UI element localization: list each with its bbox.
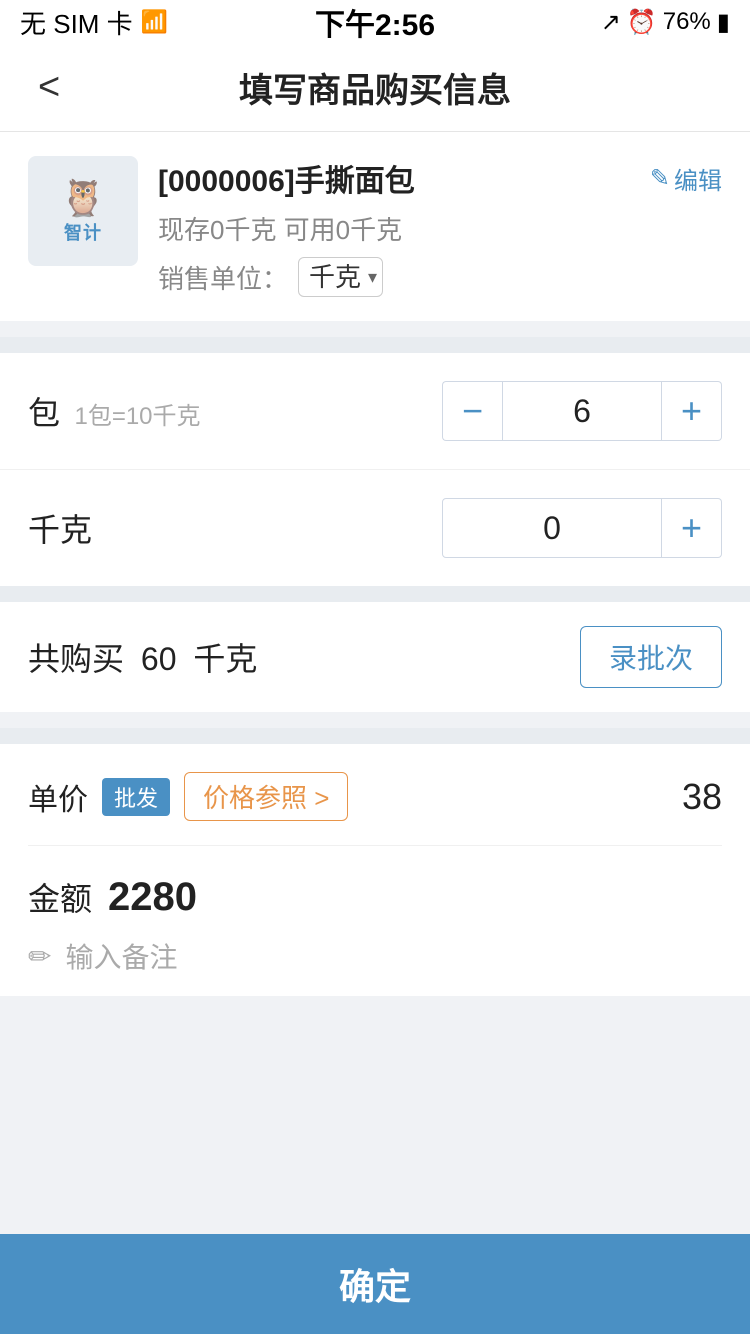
price-tag-pifa: 批发 (102, 778, 170, 816)
bag-input-row: 包 1包=10千克 − + (28, 353, 722, 469)
total-unit: 千克 (193, 641, 257, 677)
bag-quantity-control: − + (442, 381, 722, 441)
kg-input-row: 千克 + (28, 470, 722, 586)
price-value: 38 (682, 776, 722, 818)
wifi-icon: 📶 (141, 9, 168, 35)
total-text: 共购买 60 千克 (28, 634, 257, 680)
back-button[interactable]: < (28, 56, 70, 119)
bag-label-group: 包 1包=10千克 (28, 388, 201, 434)
product-name: [0000006]手撕面包 (158, 156, 415, 200)
content-area: 🦉 智计 [0000006]手撕面包 ✎ 编辑 现存0千克 可用0千克 销售单位… (0, 132, 750, 1334)
bag-hint: 1包=10千克 (74, 403, 200, 430)
status-bar: 无 SIM 卡 📶 下午2:56 ↗ ⏰ 76% ▮ (0, 0, 750, 44)
price-section: 单价 批发 价格参照 > 38 (0, 744, 750, 846)
confirm-button[interactable]: 确定 (0, 1234, 750, 1334)
section-divider-2 (0, 586, 750, 602)
amount-label: 金额 (28, 874, 92, 920)
gray-area (0, 996, 750, 1196)
amount-section: 金额 2280 ✏ 输入备注 (0, 846, 750, 996)
unit-select[interactable]: 千克 (298, 257, 383, 297)
total-label: 共购买 (28, 641, 124, 677)
edit-button[interactable]: ✎ 编辑 (650, 161, 722, 196)
price-label: 单价 (28, 775, 88, 819)
carrier-text: 无 SIM 卡 (20, 4, 133, 41)
edit-icon: ✎ (650, 164, 670, 193)
kg-label: 千克 (28, 505, 108, 551)
batch-button[interactable]: 录批次 (580, 626, 722, 688)
product-info: [0000006]手撕面包 ✎ 编辑 现存0千克 可用0千克 销售单位： 千克 … (158, 156, 722, 297)
pencil-icon: ✏ (28, 940, 51, 973)
section-divider-1 (0, 337, 750, 353)
total-qty: 60 (141, 641, 177, 677)
status-right: ↗ ⏰ 76% ▮ (601, 8, 730, 37)
unit-label: 销售单位： (158, 259, 288, 296)
page-title: 填写商品购买信息 (239, 63, 511, 112)
kg-input-section: 千克 + (0, 470, 750, 586)
product-stock: 现存0千克 可用0千克 (158, 210, 722, 247)
bag-label: 包 (28, 395, 60, 431)
product-image: 🦉 智计 (28, 156, 138, 266)
bag-input-section: 包 1包=10千克 − + (0, 353, 750, 469)
battery-icon: ▮ (717, 8, 730, 37)
price-row: 单价 批发 价格参照 > 38 (28, 772, 722, 846)
price-left: 单价 批发 价格参照 > (28, 772, 348, 821)
remark-label: 输入备注 (65, 936, 177, 976)
battery-text: 76% (663, 8, 711, 36)
status-time: 下午2:56 (315, 0, 435, 44)
unit-select-wrap[interactable]: 千克 ▾ (298, 257, 383, 297)
status-left: 无 SIM 卡 📶 (20, 4, 168, 41)
section-divider-3 (0, 728, 750, 744)
amount-value: 2280 (108, 875, 197, 920)
amount-row: 金额 2280 (28, 874, 722, 920)
kg-quantity-input[interactable] (442, 498, 662, 558)
bag-increment-button[interactable]: + (662, 381, 722, 441)
product-card: 🦉 智计 [0000006]手撕面包 ✎ 编辑 现存0千克 可用0千克 销售单位… (0, 132, 750, 321)
alarm-icon: ⏰ (627, 8, 657, 37)
location-icon: ↗ (601, 8, 621, 37)
product-name-row: [0000006]手撕面包 ✎ 编辑 (158, 156, 722, 200)
confirm-label: 确定 (339, 1258, 411, 1310)
total-row: 共购买 60 千克 录批次 (0, 602, 750, 712)
price-ref-button[interactable]: 价格参照 > (184, 772, 348, 821)
edit-label: 编辑 (674, 161, 722, 196)
brand-logo-text: 智计 (61, 219, 106, 245)
kg-increment-button[interactable]: + (662, 498, 722, 558)
unit-row: 销售单位： 千克 ▾ (158, 257, 722, 297)
kg-quantity-control: + (442, 498, 722, 558)
remark-row[interactable]: ✏ 输入备注 (28, 936, 722, 976)
bag-decrement-button[interactable]: − (442, 381, 502, 441)
nav-bar: < 填写商品购买信息 (0, 44, 750, 132)
bag-quantity-input[interactable] (502, 381, 662, 441)
